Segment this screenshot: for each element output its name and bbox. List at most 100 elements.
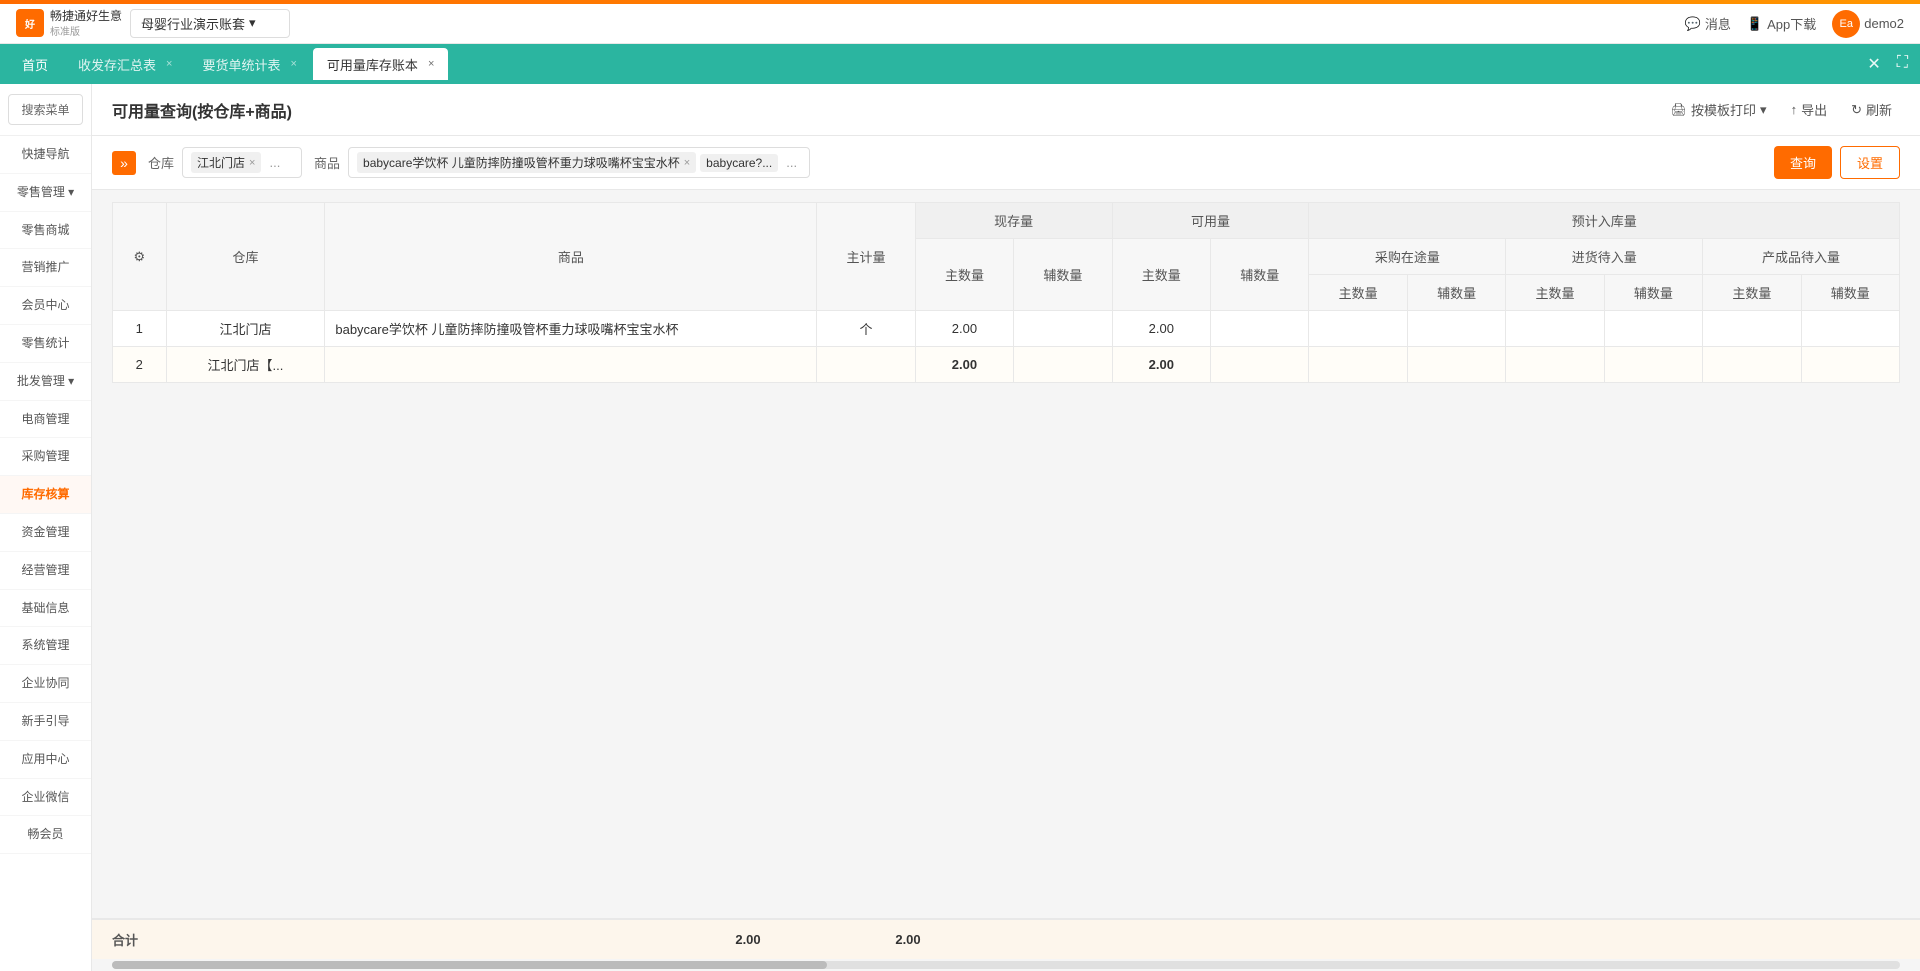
row2-index: 2 [113,347,167,383]
gear-column-header[interactable]: ⚙ [113,203,167,311]
incoming-aux-header: 辅数量 [1604,275,1702,311]
incoming-main-header: 主数量 [1506,275,1604,311]
warehouse-input[interactable]: 江北门店 × ... [182,147,302,178]
tab-order-label: 要货单统计表 [202,55,280,74]
tab-order[interactable]: 要货单统计表 × [188,48,310,80]
product-tag-1: babycare学饮杯 儿童防摔防撞吸管杯重力球吸嘴杯宝宝水杯 × [357,152,696,173]
query-button[interactable]: 查询 [1774,146,1832,179]
production-group-header: 产成品待入量 [1703,239,1900,275]
sidebar-item-newbie[interactable]: 新手引导 [0,703,91,741]
sidebar-item-ecommerce[interactable]: 电商管理 [0,401,91,439]
warehouse-more[interactable]: ... [265,155,284,170]
sidebar-item-basics[interactable]: 基础信息 [0,590,91,628]
row1-avail-aux [1211,311,1309,347]
chevron-down-icon: ▾ [249,15,256,31]
close-all-tabs[interactable]: ✕ [1863,50,1884,78]
sidebar-item-retail-mall[interactable]: 零售商城 [0,212,91,250]
app-download-button[interactable]: 📱 App下载 [1747,14,1816,33]
export-button[interactable]: ↑ 导出 [1783,96,1836,123]
row2-product [325,347,817,383]
stock-group-header: 现存量 [915,203,1112,239]
logo-area: 好 畅捷通好生意 标准版 [16,9,122,38]
row2-purchase-aux [1407,347,1505,383]
page-title: 可用量查询(按仓库+商品) [112,98,292,134]
refresh-button[interactable]: ↻ 刷新 [1843,96,1900,123]
scrollbar-thumb[interactable] [112,961,827,969]
tab-available[interactable]: 可用量库存账本 × [313,48,448,80]
product-tag-1-value: babycare学饮杯 儿童防摔防撞吸管杯重力球吸嘴杯宝宝水杯 [363,154,680,171]
sidebar-item-wechat[interactable]: 企业微信 [0,779,91,817]
top-bar-right: 💬 消息 📱 App下载 Ea demo2 [1685,10,1904,38]
sidebar-item-retail-stats[interactable]: 零售统计 [0,325,91,363]
sidebar-item-retail-mgmt[interactable]: 零售管理 ▾ [0,174,91,212]
refresh-label: 刷新 [1866,100,1892,119]
production-aux-header: 辅数量 [1801,275,1899,311]
row2-production-main [1703,347,1801,383]
sidebar-item-inventory[interactable]: 库存核算 [0,476,91,514]
settings-button[interactable]: 设置 [1840,146,1900,179]
sidebar-item-wholesale[interactable]: 批发管理 ▾ [0,363,91,401]
row1-stock-aux [1014,311,1112,347]
product-more[interactable]: ... [782,155,801,170]
fullscreen-btn[interactable]: ⛶ [1893,50,1912,78]
purchase-aux-header: 辅数量 [1407,275,1505,311]
tab-receivable[interactable]: 收发存汇总表 × [64,48,186,80]
print-button[interactable]: 🖨 按模板打印 ▾ [1663,96,1775,123]
close-tab-available[interactable]: × [428,58,434,70]
sidebar-item-finance[interactable]: 资金管理 [0,514,91,552]
chevron-print-icon: ▾ [1760,102,1767,118]
row1-production-main [1703,311,1801,347]
tab-receivable-label: 收发存汇总表 [78,55,156,74]
message-icon: 💬 [1685,16,1701,32]
close-tab-order[interactable]: × [290,58,296,70]
sidebar-item-member[interactable]: 会员中心 [0,287,91,325]
stock-aux-header: 辅数量 [1014,239,1112,311]
unit-column-header: 主计量 [817,203,915,311]
remove-warehouse-tag[interactable]: × [249,157,255,169]
sidebar-item-purchase[interactable]: 采购管理 [0,438,91,476]
purchase-group-header: 采购在途量 [1309,239,1506,275]
remove-product-tag-1[interactable]: × [684,157,690,169]
tab-home[interactable]: 首页 [8,48,62,80]
search-menu-button[interactable]: 搜索菜单 [8,94,83,125]
product-input[interactable]: babycare学饮杯 儿童防摔防撞吸管杯重力球吸嘴杯宝宝水杯 × babyca… [348,147,810,178]
nav-tabs: 首页 收发存汇总表 × 要货单统计表 × 可用量库存账本 × ✕ ⛶ [0,44,1920,84]
logo-sub: 标准版 [50,23,122,38]
logo-text: 畅捷通好生意 [50,9,122,23]
row2-incoming-aux [1604,347,1702,383]
message-button[interactable]: 💬 消息 [1685,14,1731,33]
sidebar-item-marketing[interactable]: 营销推广 [0,249,91,287]
sidebar-item-member2[interactable]: 畅会员 [0,816,91,854]
row2-purchase-main [1309,347,1407,383]
stock-main-header: 主数量 [915,239,1013,311]
warehouse-column-header: 仓库 [166,203,325,311]
row1-production-aux [1801,311,1899,347]
sidebar-item-collaboration[interactable]: 企业协同 [0,665,91,703]
top-bar: 好 畅捷通好生意 标准版 母婴行业演示账套 ▾ 💬 消息 📱 App下载 Ea … [0,4,1920,44]
filter-toggle-button[interactable]: » [112,151,136,175]
row2-stock-aux [1014,347,1112,383]
row1-warehouse: 江北门店 [166,311,325,347]
row2-incoming-main [1506,347,1604,383]
production-main-header: 主数量 [1703,275,1801,311]
row2-unit [817,347,915,383]
company-name: 母婴行业演示账套 [141,14,245,33]
sidebar-item-operations[interactable]: 经营管理 [0,552,91,590]
warehouse-filter-group: 仓库 江北门店 × ... [148,147,302,178]
sidebar-item-system[interactable]: 系统管理 [0,627,91,665]
table-row: 2 江北门店【... 2.00 2.00 [113,347,1900,383]
close-tab-receivable[interactable]: × [166,58,172,70]
filter-actions: 查询 设置 [1774,146,1900,179]
logo-icon: 好 [16,9,44,37]
sidebar-item-quick-nav[interactable]: 快捷导航 [0,136,91,174]
main-layout: 搜索菜单 快捷导航 零售管理 ▾ 零售商城 营销推广 会员中心 零售统计 批发管… [0,84,1920,971]
sidebar-item-app-center[interactable]: 应用中心 [0,741,91,779]
download-icon: 📱 [1747,16,1763,32]
row1-avail-main: 2.00 [1112,311,1210,347]
user-menu[interactable]: Ea demo2 [1832,10,1904,38]
app-download-label: App下载 [1767,14,1816,33]
row1-purchase-aux [1407,311,1505,347]
row1-purchase-main [1309,311,1407,347]
content-area: 可用量查询(按仓库+商品) 🖨 按模板打印 ▾ ↑ 导出 ↻ 刷新 » [92,84,1920,971]
company-select[interactable]: 母婴行业演示账套 ▾ [130,9,290,38]
